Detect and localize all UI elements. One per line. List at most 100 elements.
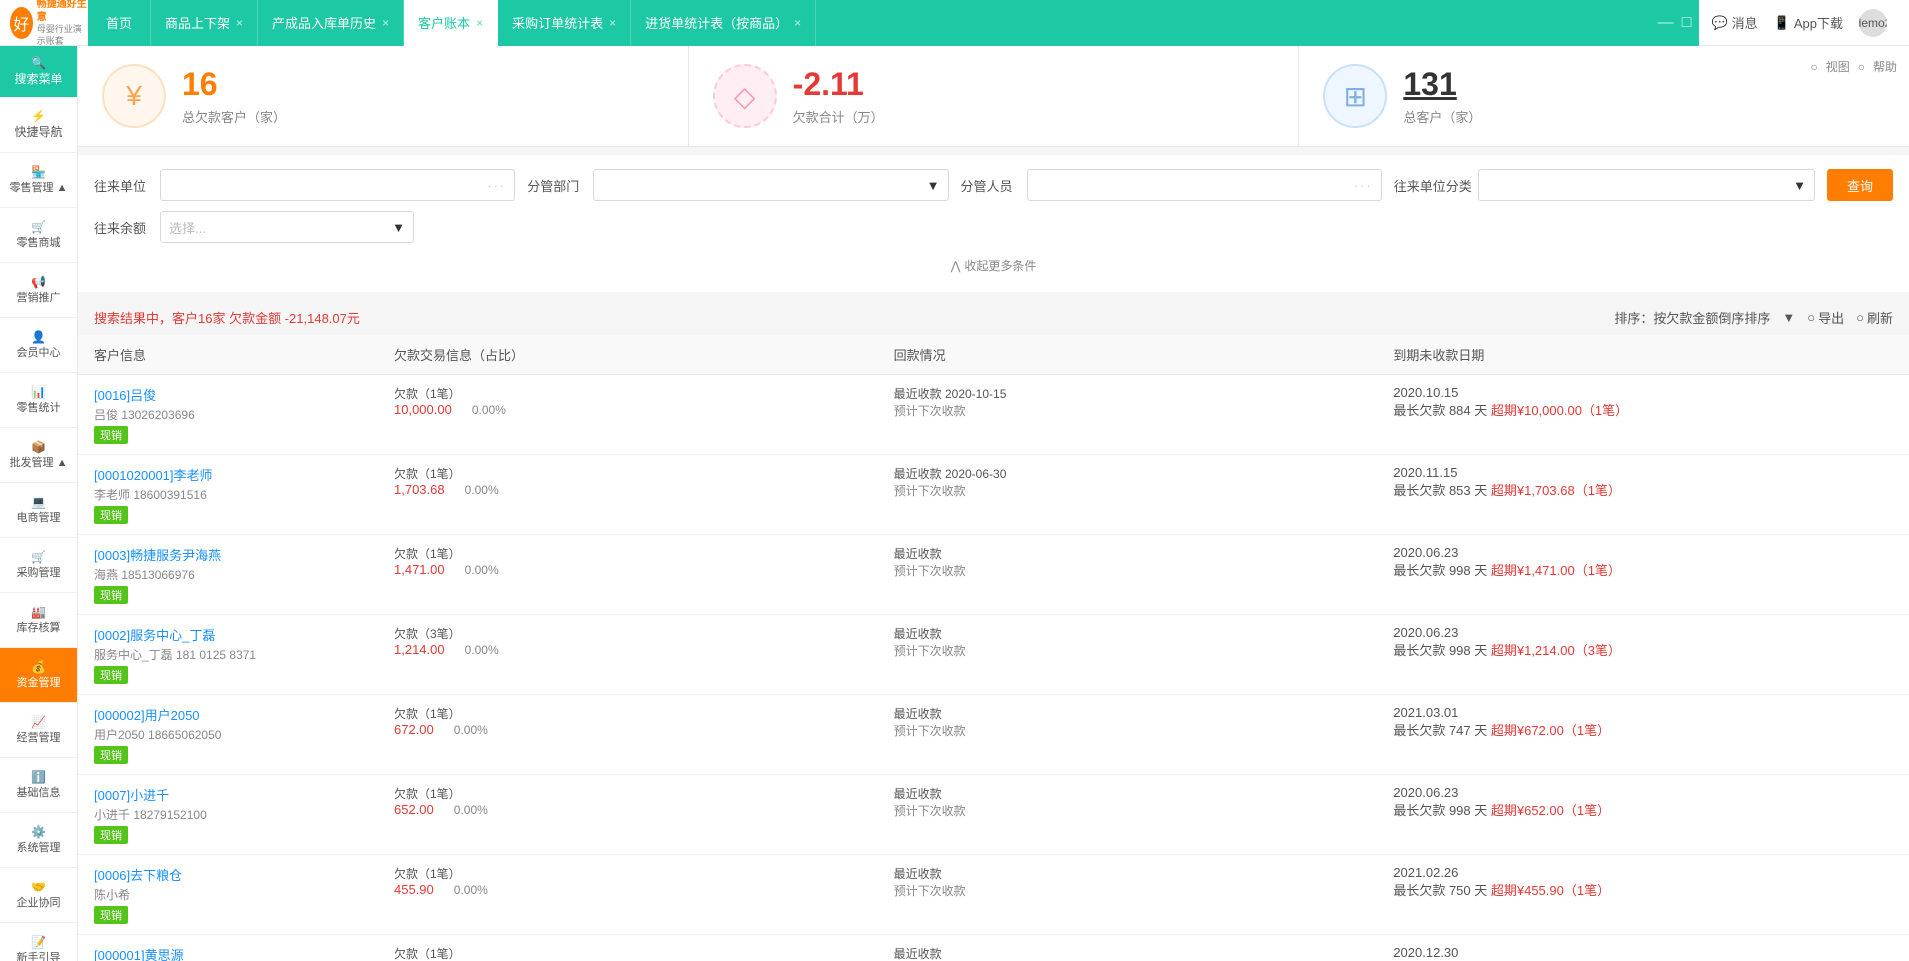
- filter-item-balance: 往来余额 选择... ▼: [94, 211, 414, 243]
- view-label[interactable]: 视图: [1826, 58, 1850, 75]
- sidebar-item-basic-info[interactable]: ℹ️基础信息: [0, 758, 77, 813]
- sidebar-search-label: 搜索菜单: [6, 70, 71, 87]
- results-summary-amount: 欠款金额 -21,148.07元: [229, 311, 360, 326]
- tab-label-home: 首页: [106, 13, 132, 32]
- tab-home[interactable]: 首页: [88, 0, 151, 46]
- customer-name-4[interactable]: [000002]用户2050: [94, 705, 394, 724]
- filter-select-dept[interactable]: ▼: [593, 169, 948, 201]
- customer-name-3[interactable]: [0002]服务中心_丁磊: [94, 625, 394, 644]
- filter-area: 往来单位 ··· 分管部门 ▼ 分管人员 ·: [78, 155, 1909, 292]
- sidebar-icon-retail-mgmt: 🏪: [4, 165, 73, 179]
- last-collection-6: 最近收款: [894, 865, 1394, 882]
- refresh-button[interactable]: ○ 刷新: [1856, 308, 1893, 327]
- tab-close-purchase-product-stats[interactable]: ×: [794, 16, 801, 30]
- debt-ratio-1: 0.00%: [465, 483, 499, 497]
- customer-contact-3: 服务中心_丁磊 181 0125 8371: [94, 646, 394, 663]
- tab-purchase-stats[interactable]: 采购订单统计表×: [498, 0, 631, 46]
- status-tag-6: 现销: [94, 906, 128, 924]
- minimize-button[interactable]: —: [1658, 14, 1674, 32]
- search-button[interactable]: 查询: [1827, 169, 1893, 201]
- customer-name-5[interactable]: [0007]小进千: [94, 785, 394, 804]
- avatar[interactable]: demo2: [1859, 9, 1887, 37]
- filter-select-balance[interactable]: 选择... ▼: [160, 211, 414, 243]
- filter-dots-2: ···: [1354, 178, 1373, 193]
- sidebar-item-enterprise[interactable]: 🤝企业协同: [0, 868, 77, 923]
- customer-name-2[interactable]: [0003]畅捷服务尹海燕: [94, 545, 394, 564]
- sidebar-item-member-center[interactable]: 👤会员中心: [0, 318, 77, 373]
- sidebar-item-retail-store[interactable]: 🛒零售商城: [0, 208, 77, 263]
- sidebar-search[interactable]: 🔍 搜索菜单: [0, 46, 77, 97]
- debt-info-2: 欠款（1笔） 1,471.00 0.00%: [394, 545, 894, 604]
- table-row: [0003]畅捷服务尹海燕 海燕 18513066976 现销 欠款（1笔） 1…: [78, 535, 1909, 615]
- tab-customer-account[interactable]: 客户账本×: [404, 0, 498, 46]
- next-collection-5: 预计下次收款: [894, 802, 1394, 819]
- sidebar-label-enterprise: 企业协同: [4, 894, 73, 910]
- tab-product-offline[interactable]: 商品上下架×: [151, 0, 258, 46]
- sidebar-item-finance-mgmt[interactable]: 💰资金管理: [0, 648, 77, 703]
- sidebar-item-marketing[interactable]: 📢营销推广: [0, 263, 77, 318]
- sidebar-item-business-mgmt[interactable]: 📈经营管理: [0, 703, 77, 758]
- sidebar-label-ecommerce: 电商管理: [4, 509, 73, 525]
- sidebar-icon-system-mgmt: ⚙️: [4, 825, 73, 839]
- search-icon: 🔍: [6, 56, 71, 70]
- stats-row: ¥ 16 总欠款客户（家） ◇ -2.11 欠款合计（万） ⊞ 131 总: [78, 46, 1909, 147]
- overdue-info-0: 2020.10.15 最长欠款 884 天 超期¥10,000.00（1笔）: [1393, 385, 1893, 444]
- overdue-days-2: 最长欠款 998 天 超期¥1,471.00（1笔）: [1393, 560, 1893, 579]
- collection-info-4: 最近收款 预计下次收款: [894, 705, 1394, 764]
- sidebar-nav-label: 快捷导航: [4, 123, 73, 140]
- sidebar-item-new-guide[interactable]: 📝新手引导: [0, 923, 77, 961]
- stat-card-debt-total: ◇ -2.11 欠款合计（万）: [689, 46, 1300, 146]
- help-label[interactable]: 帮助: [1873, 58, 1897, 75]
- sidebar-label-retail-mgmt: 零售管理 ▲: [4, 179, 73, 195]
- debt-ratio-5: 0.00%: [454, 803, 488, 817]
- sidebar-item-ecommerce[interactable]: 💻电商管理: [0, 483, 77, 538]
- debt-amount-4: 672.00: [394, 722, 434, 737]
- customer-info-5: [0007]小进千 小进千 18279152100 现销: [94, 785, 394, 844]
- sidebar-item-purchase-mgmt[interactable]: 🛒采购管理: [0, 538, 77, 593]
- overdue-amount-6[interactable]: 超期¥455.90（1笔）: [1491, 883, 1610, 898]
- overdue-amount-4[interactable]: 超期¥672.00（1笔）: [1491, 723, 1610, 738]
- overdue-amount-1[interactable]: 超期¥1,703.68（1笔）: [1491, 483, 1621, 498]
- customer-name-6[interactable]: [0006]去下粮仓: [94, 865, 394, 884]
- next-collection-6: 预计下次收款: [894, 882, 1394, 899]
- sidebar-item-nav[interactable]: ⚡ 快捷导航: [0, 97, 77, 153]
- sidebar-item-retail-stats[interactable]: 📊零售统计: [0, 373, 77, 428]
- customer-name-0[interactable]: [0016]吕俊: [94, 385, 394, 404]
- sidebar-item-batch-mgmt[interactable]: 📦批发管理 ▲: [0, 428, 77, 483]
- table-row: [0016]吕俊 吕俊 13026203696 现销 欠款（1笔） 10,000…: [78, 375, 1909, 455]
- filter-input-person[interactable]: ···: [1027, 169, 1382, 201]
- tab-close-customer-account[interactable]: ×: [476, 16, 483, 30]
- overdue-amount-2[interactable]: 超期¥1,471.00（1笔）: [1491, 563, 1621, 578]
- tab-purchase-product-stats[interactable]: 进货单统计表（按商品）×: [631, 0, 816, 46]
- overdue-amount-5[interactable]: 超期¥652.00（1笔）: [1491, 803, 1610, 818]
- filter-select-category[interactable]: ▼: [1478, 169, 1815, 201]
- sidebar-item-retail-mgmt[interactable]: 🏪零售管理 ▲: [0, 153, 77, 208]
- collection-info-5: 最近收款 预计下次收款: [894, 785, 1394, 844]
- tab-close-product-offline[interactable]: ×: [236, 16, 243, 30]
- debt-amount-5: 652.00: [394, 802, 434, 817]
- export-button[interactable]: ○ 导出: [1807, 308, 1844, 327]
- tab-close-product-history[interactable]: ×: [382, 16, 389, 30]
- filter-input-unit[interactable]: ···: [160, 169, 515, 201]
- tab-close-purchase-stats[interactable]: ×: [609, 16, 616, 30]
- maximize-button[interactable]: □: [1682, 14, 1692, 32]
- due-date-7: 2020.12.30: [1393, 945, 1893, 960]
- last-collection-2: 最近收款: [894, 545, 1394, 562]
- customer-name-7[interactable]: [000001]黄思源: [94, 945, 394, 961]
- sidebar-item-system-mgmt[interactable]: ⚙️系统管理: [0, 813, 77, 868]
- tab-product-history[interactable]: 产成品入库单历史×: [258, 0, 404, 46]
- collapse-row[interactable]: ⋀ 收起更多条件: [94, 253, 1893, 278]
- overdue-amount-3[interactable]: 超期¥1,214.00（3笔）: [1491, 643, 1621, 658]
- collection-info-1: 最近收款 2020-06-30 预计下次收款: [894, 465, 1394, 524]
- overdue-amount-0[interactable]: 超期¥10,000.00（1笔）: [1491, 403, 1628, 418]
- due-date-0: 2020.10.15: [1393, 385, 1893, 400]
- stat-card-debt-customers: ¥ 16 总欠款客户（家）: [78, 46, 689, 146]
- app-download-button[interactable]: 📱 App下载: [1774, 13, 1843, 32]
- content-area: ¥ 16 总欠款客户（家） ◇ -2.11 欠款合计（万） ⊞ 131 总: [78, 46, 1909, 961]
- message-button[interactable]: 💬 消息: [1711, 13, 1757, 32]
- debt-desc-3: 欠款（3笔）: [394, 625, 894, 642]
- customer-name-1[interactable]: [0001020001]李老师: [94, 465, 394, 484]
- sidebar-item-inventory[interactable]: 🏭库存核算: [0, 593, 77, 648]
- app-name: 畅捷通好生意: [37, 0, 88, 24]
- stat-icon-2: ◇: [713, 64, 777, 128]
